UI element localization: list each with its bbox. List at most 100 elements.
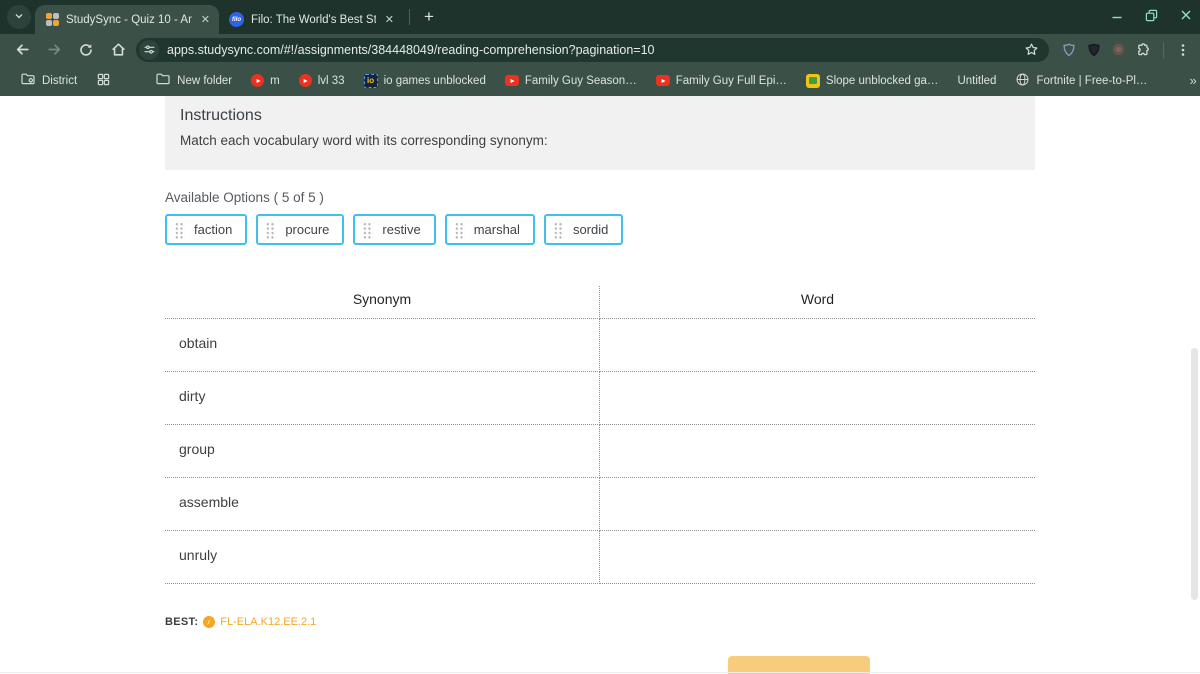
instructions-title: Instructions — [180, 107, 262, 124]
drag-handle-icon[interactable] — [265, 220, 277, 239]
tab-studysync[interactable]: StudySync - Quiz 10 - Animal F ✕ — [35, 5, 219, 34]
drag-handle-icon[interactable] — [453, 220, 465, 239]
kebab-menu-icon[interactable] — [1176, 42, 1190, 58]
bookmark-label: Family Guy Season… — [524, 74, 637, 87]
restore-button[interactable] — [1145, 9, 1158, 22]
word-drop-cell[interactable] — [600, 478, 1035, 531]
bookmark-slope[interactable]: Slope unblocked ga… — [805, 73, 939, 88]
bookmark-untitled[interactable]: Untitled — [957, 75, 996, 87]
youtube-icon — [504, 75, 519, 86]
synonym-cell: dirty — [165, 372, 600, 425]
managed-bookmarks-icon — [20, 71, 36, 90]
synonym-cell: assemble — [165, 478, 600, 531]
bookmark-family-guy-full[interactable]: Family Guy Full Epi… — [655, 75, 787, 87]
address-bar[interactable]: apps.studysync.com/#!/assignments/384448… — [136, 37, 1049, 62]
synonym-cell: obtain — [165, 319, 600, 372]
youtube-icon — [655, 75, 670, 86]
best-label: BEST: — [165, 616, 199, 628]
bookmark-label: Fortnite | Free-to-Pl… — [1036, 74, 1148, 87]
browser-toolbar: apps.studysync.com/#!/assignments/384448… — [0, 34, 1200, 65]
forward-icon[interactable] — [40, 37, 68, 63]
page-scrollbar-thumb[interactable] — [1191, 348, 1198, 600]
bookmark-lvl33[interactable]: lvl 33 — [298, 74, 345, 87]
drag-handle-icon[interactable] — [552, 220, 564, 239]
bookmark-label: District — [42, 74, 78, 87]
word-drop-cell[interactable] — [600, 319, 1035, 372]
page-content: Instructions Match each vocabulary word … — [0, 96, 1200, 674]
home-icon[interactable] — [104, 37, 132, 63]
available-options-label: Available Options ( 5 of 5 ) — [165, 190, 324, 205]
close-window-button[interactable] — [1180, 9, 1192, 21]
bookmark-label: io games unblocked — [383, 74, 486, 87]
tab-close-icon[interactable]: ✕ — [199, 13, 212, 26]
bookmarks-overflow-button[interactable]: » — [1185, 73, 1200, 88]
word-drop-cell[interactable] — [600, 531, 1035, 584]
url-text[interactable]: apps.studysync.com/#!/assignments/384448… — [167, 43, 1016, 57]
instructions-body: Match each vocabulary word with its corr… — [180, 133, 548, 148]
browser-window: StudySync - Quiz 10 - Animal F ✕ filo Fi… — [0, 0, 1200, 96]
studysync-favicon — [45, 13, 59, 27]
site-settings-icon[interactable] — [139, 39, 159, 60]
youtube-icon — [298, 74, 312, 87]
standard-code-link[interactable]: FL-ELA.K12.EE.2.1 — [220, 616, 316, 628]
option-chip-procure[interactable]: procure — [256, 214, 345, 245]
bookmarks-bar: District New folder m lvl 33 io io games… — [0, 65, 1200, 96]
chip-label: marshal — [473, 222, 520, 237]
instructions-panel: Instructions Match each vocabulary word … — [165, 96, 1035, 170]
globe-icon — [1015, 72, 1030, 90]
bookmark-label: New folder — [177, 74, 233, 87]
drag-handle-icon[interactable] — [174, 220, 185, 239]
bookmark-m[interactable]: m — [251, 74, 280, 87]
column-header-synonym: Synonym — [165, 286, 600, 319]
toolbar-separator — [1163, 41, 1164, 58]
option-chip-marshal[interactable]: marshal — [444, 214, 535, 245]
tab-separator — [409, 9, 410, 25]
shield-dark-extension-icon[interactable] — [1086, 42, 1102, 58]
tab-search-button[interactable] — [7, 5, 31, 29]
filo-favicon: filo — [229, 12, 244, 27]
tab-filo[interactable]: filo Filo: The World's Best Study He ✕ — [219, 5, 403, 34]
synonym-cell: unruly — [165, 531, 600, 584]
drag-handle-icon[interactable] — [362, 220, 374, 239]
option-chips: faction procure restive marshal sordid — [165, 214, 1035, 245]
option-chip-faction[interactable]: faction — [165, 214, 248, 245]
shield-extension-icon[interactable] — [1061, 42, 1077, 58]
bookmark-label: lvl 33 — [317, 74, 345, 87]
bottom-divider — [0, 672, 1200, 673]
apps-grid-icon — [96, 72, 111, 90]
bookmark-label: Untitled — [957, 74, 997, 87]
tab-title: Filo: The World's Best Study He — [251, 13, 376, 26]
tab-strip: StudySync - Quiz 10 - Animal F ✕ filo Fi… — [0, 0, 1200, 34]
reload-icon[interactable] — [72, 37, 100, 63]
disabled-extension-icon[interactable] — [1111, 42, 1126, 57]
bookmark-new-folder[interactable]: New folder — [155, 71, 232, 90]
minimize-button[interactable] — [1111, 9, 1123, 21]
chip-label: procure — [285, 222, 330, 237]
option-chip-sordid[interactable]: sordid — [543, 214, 624, 245]
new-tab-button[interactable]: + — [416, 7, 442, 27]
column-header-word: Word — [600, 286, 1035, 319]
word-drop-cell[interactable] — [600, 372, 1035, 425]
bookmark-label: m — [270, 74, 280, 87]
standard-badge-icon — [203, 616, 216, 628]
word-drop-cell[interactable] — [600, 425, 1035, 478]
option-chip-restive[interactable]: restive — [353, 214, 436, 245]
slope-icon — [805, 73, 820, 88]
synonym-cell: group — [165, 425, 600, 478]
back-icon[interactable] — [8, 37, 36, 63]
extensions-puzzle-icon[interactable] — [1135, 42, 1151, 58]
match-table: Synonym Word obtain dirty group assemble… — [165, 286, 1035, 584]
chip-label: restive — [382, 222, 421, 237]
bookmark-label: Slope unblocked ga… — [825, 74, 939, 87]
bookmark-io-games[interactable]: io io games unblocked — [363, 73, 486, 88]
bookmark-apps-grid[interactable] — [96, 72, 117, 90]
tab-title: StudySync - Quiz 10 - Animal F — [66, 13, 192, 26]
bookmark-star-icon[interactable] — [1024, 42, 1039, 57]
extension-icons — [1053, 41, 1192, 58]
io-games-icon: io — [363, 73, 378, 88]
tab-close-icon[interactable]: ✕ — [383, 13, 396, 26]
bookmark-district[interactable]: District — [20, 71, 77, 90]
bookmark-fortnite[interactable]: Fortnite | Free-to-Pl… — [1015, 72, 1147, 90]
standards-line: BEST: FL-ELA.K12.EE.2.1 — [165, 616, 1035, 628]
bookmark-family-guy-season[interactable]: Family Guy Season… — [504, 74, 637, 87]
